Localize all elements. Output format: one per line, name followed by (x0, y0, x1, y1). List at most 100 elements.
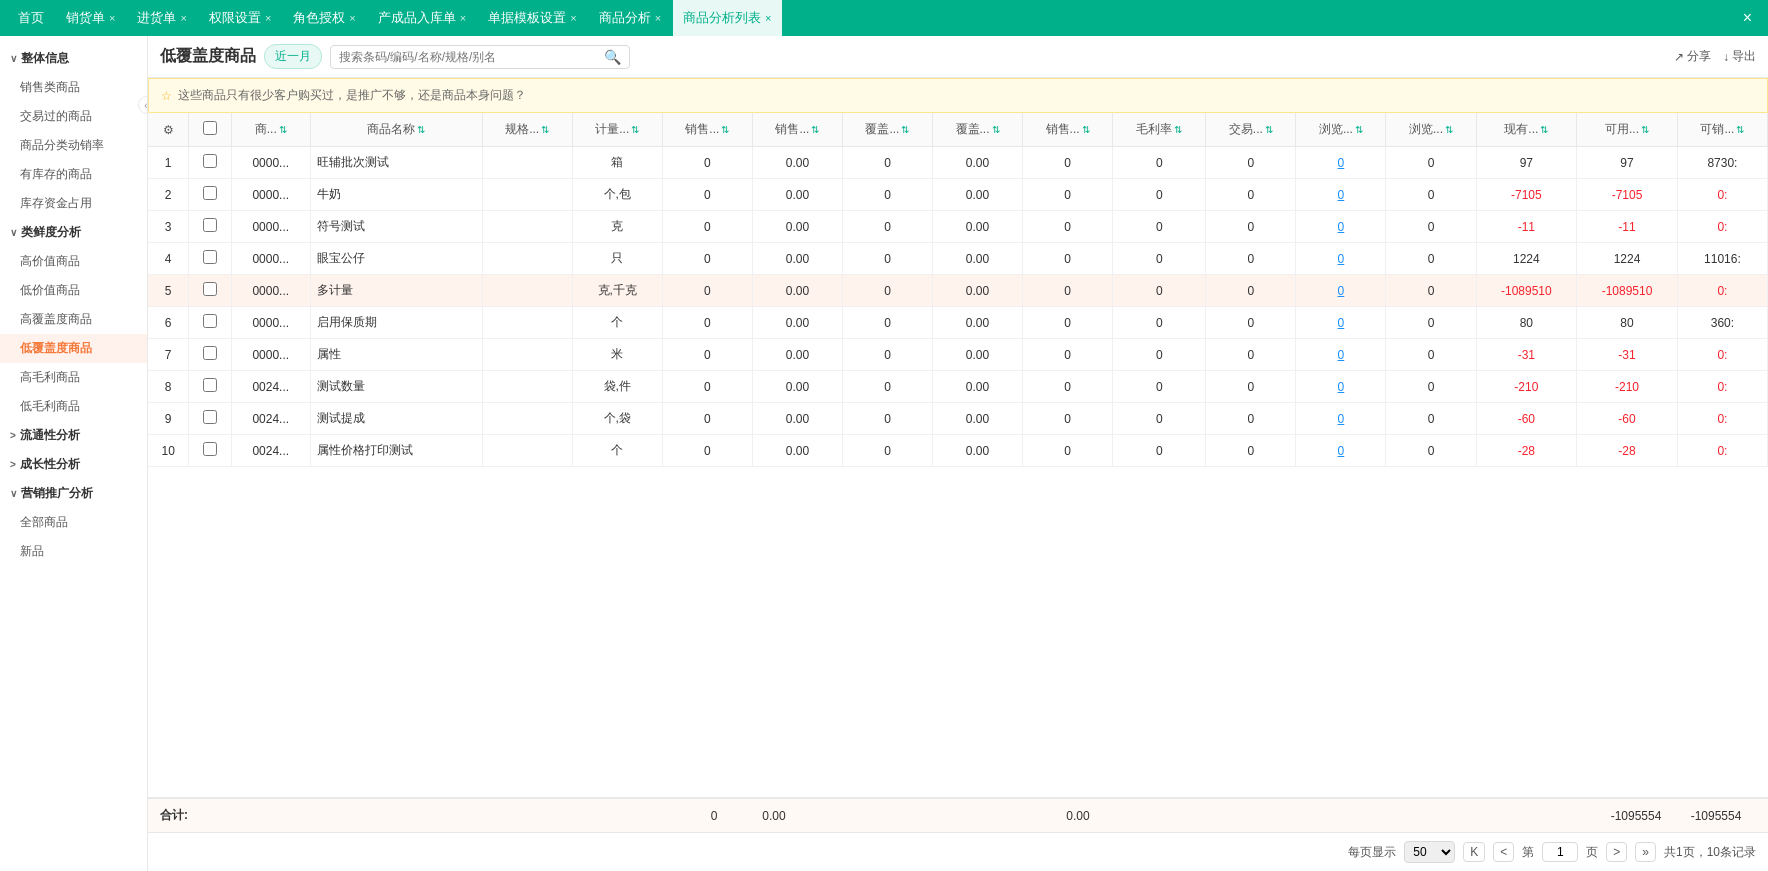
cell-browse1[interactable]: 0 (1296, 435, 1386, 467)
cell-browse1[interactable]: 0 (1296, 403, 1386, 435)
sidebar-item-新品[interactable]: 新品 (0, 537, 147, 566)
share-button[interactable]: ↗ 分享 (1674, 48, 1711, 65)
column-header-available[interactable]: 可用...⇅ (1577, 113, 1678, 147)
column-header-code[interactable]: 商...⇅ (231, 113, 310, 147)
sidebar-item-库存资金占用[interactable]: 库存资金占用 (0, 189, 147, 218)
cell-browse1[interactable]: 0 (1296, 275, 1386, 307)
cell-checkbox[interactable] (189, 403, 232, 435)
column-header-name[interactable]: 商品名称⇅ (310, 113, 482, 147)
sidebar-item-高价值商品[interactable]: 高价值商品 (0, 247, 147, 276)
column-header-browse2[interactable]: 浏览...⇅ (1386, 113, 1476, 147)
browse-link[interactable]: 0 (1338, 444, 1345, 458)
cell-browse1[interactable]: 0 (1296, 371, 1386, 403)
column-header-trade[interactable]: 交易...⇅ (1206, 113, 1296, 147)
browse-link[interactable]: 0 (1338, 220, 1345, 234)
page-number-input[interactable] (1542, 842, 1578, 862)
sidebar-item-交易过的商品[interactable]: 交易过的商品 (0, 102, 147, 131)
browse-link[interactable]: 0 (1338, 156, 1345, 170)
sidebar-item-全部商品[interactable]: 全部商品 (0, 508, 147, 537)
nav-item-单据模板设置[interactable]: 单据模板设置× (478, 0, 586, 36)
prev-page-button[interactable]: < (1493, 842, 1514, 862)
row-checkbox[interactable] (203, 154, 217, 168)
nav-item-close[interactable]: × (460, 12, 466, 24)
cell-browse1[interactable]: 0 (1296, 179, 1386, 211)
sidebar-section-营销推广分析[interactable]: ∨ 营销推广分析 (0, 479, 147, 508)
cell-checkbox[interactable] (189, 275, 232, 307)
column-header-gross_rate[interactable]: 毛利率⇅ (1113, 113, 1206, 147)
cell-browse1[interactable]: 0 (1296, 307, 1386, 339)
select-all-checkbox[interactable] (203, 121, 217, 135)
sidebar-section-流通性分析[interactable]: > 流通性分析 (0, 421, 147, 450)
nav-item-close[interactable]: × (180, 12, 186, 24)
nav-item-销货单[interactable]: 销货单× (56, 0, 125, 36)
settings-icon[interactable]: ⚙ (163, 123, 174, 137)
next-page-button[interactable]: > (1606, 842, 1627, 862)
cell-browse1[interactable]: 0 (1296, 243, 1386, 275)
cell-checkbox[interactable] (189, 179, 232, 211)
column-header-unit[interactable]: 计量...⇅ (572, 113, 662, 147)
browse-link[interactable]: 0 (1338, 380, 1345, 394)
column-header-spec[interactable]: 规格...⇅ (482, 113, 572, 147)
search-input[interactable] (339, 50, 600, 64)
page-size-select[interactable]: 50 100 200 (1404, 841, 1455, 863)
nav-item-角色授权[interactable]: 角色授权× (283, 0, 365, 36)
nav-item-close[interactable]: × (265, 12, 271, 24)
sidebar-item-销售类商品[interactable]: 销售类商品 (0, 73, 147, 102)
cell-checkbox[interactable] (189, 371, 232, 403)
sidebar-item-有库存的商品[interactable]: 有库存的商品 (0, 160, 147, 189)
sidebar-section-类鲜度分析[interactable]: ∨ 类鲜度分析 (0, 218, 147, 247)
nav-item-close[interactable]: × (109, 12, 115, 24)
cell-checkbox[interactable] (189, 211, 232, 243)
cell-checkbox[interactable] (189, 147, 232, 179)
sidebar-section-整体信息[interactable]: ∨ 整体信息 (0, 44, 147, 73)
nav-item-close[interactable]: × (655, 12, 661, 24)
window-close-button[interactable]: × (1735, 9, 1760, 27)
nav-item-商品分析列表[interactable]: 商品分析列表× (673, 0, 781, 36)
row-checkbox[interactable] (203, 186, 217, 200)
row-checkbox[interactable] (203, 282, 217, 296)
row-checkbox[interactable] (203, 314, 217, 328)
column-header-sales_qty[interactable]: 销售...⇅ (662, 113, 752, 147)
nav-item-商品分析[interactable]: 商品分析× (589, 0, 671, 36)
last-page-button[interactable]: » (1635, 842, 1656, 862)
column-header-browse1[interactable]: 浏览...⇅ (1296, 113, 1386, 147)
row-checkbox[interactable] (203, 410, 217, 424)
cell-checkbox[interactable] (189, 243, 232, 275)
nav-item-进货单[interactable]: 进货单× (127, 0, 196, 36)
nav-item-close[interactable]: × (570, 12, 576, 24)
browse-link[interactable]: 0 (1338, 316, 1345, 330)
cell-checkbox[interactable] (189, 435, 232, 467)
nav-item-产成品入库单[interactable]: 产成品入库单× (368, 0, 476, 36)
browse-link[interactable]: 0 (1338, 284, 1345, 298)
first-page-button[interactable]: K (1463, 842, 1485, 862)
cell-browse1[interactable]: 0 (1296, 211, 1386, 243)
column-header-current[interactable]: 现有...⇅ (1476, 113, 1577, 147)
sidebar-item-低毛利商品[interactable]: 低毛利商品 (0, 392, 147, 421)
cell-checkbox[interactable] (189, 307, 232, 339)
browse-link[interactable]: 0 (1338, 188, 1345, 202)
export-button[interactable]: ↓ 导出 (1723, 48, 1756, 65)
sidebar-item-高毛利商品[interactable]: 高毛利商品 (0, 363, 147, 392)
browse-link[interactable]: 0 (1338, 412, 1345, 426)
column-header-sales_amt[interactable]: 销售...⇅ (752, 113, 842, 147)
column-header-sellable[interactable]: 可销...⇅ (1677, 113, 1767, 147)
sidebar-section-成长性分析[interactable]: > 成长性分析 (0, 450, 147, 479)
nav-item-close[interactable]: × (765, 12, 771, 24)
row-checkbox[interactable] (203, 378, 217, 392)
sidebar-item-低价值商品[interactable]: 低价值商品 (0, 276, 147, 305)
sidebar-item-高覆盖度商品[interactable]: 高覆盖度商品 (0, 305, 147, 334)
row-checkbox[interactable] (203, 218, 217, 232)
row-checkbox[interactable] (203, 442, 217, 456)
filter-button[interactable]: 近一月 (264, 44, 322, 69)
nav-item-首页[interactable]: 首页 (8, 0, 54, 36)
browse-link[interactable]: 0 (1338, 252, 1345, 266)
cell-browse1[interactable]: 0 (1296, 339, 1386, 371)
sidebar-item-商品分类动销率[interactable]: 商品分类动销率 (0, 131, 147, 160)
column-header-cover2[interactable]: 覆盖...⇅ (933, 113, 1023, 147)
cell-checkbox[interactable] (189, 339, 232, 371)
sidebar-item-低覆盖度商品[interactable]: 低覆盖度商品 (0, 334, 147, 363)
column-header-sales2[interactable]: 销售...⇅ (1023, 113, 1113, 147)
row-checkbox[interactable] (203, 346, 217, 360)
browse-link[interactable]: 0 (1338, 348, 1345, 362)
column-header-cover1[interactable]: 覆盖...⇅ (842, 113, 932, 147)
